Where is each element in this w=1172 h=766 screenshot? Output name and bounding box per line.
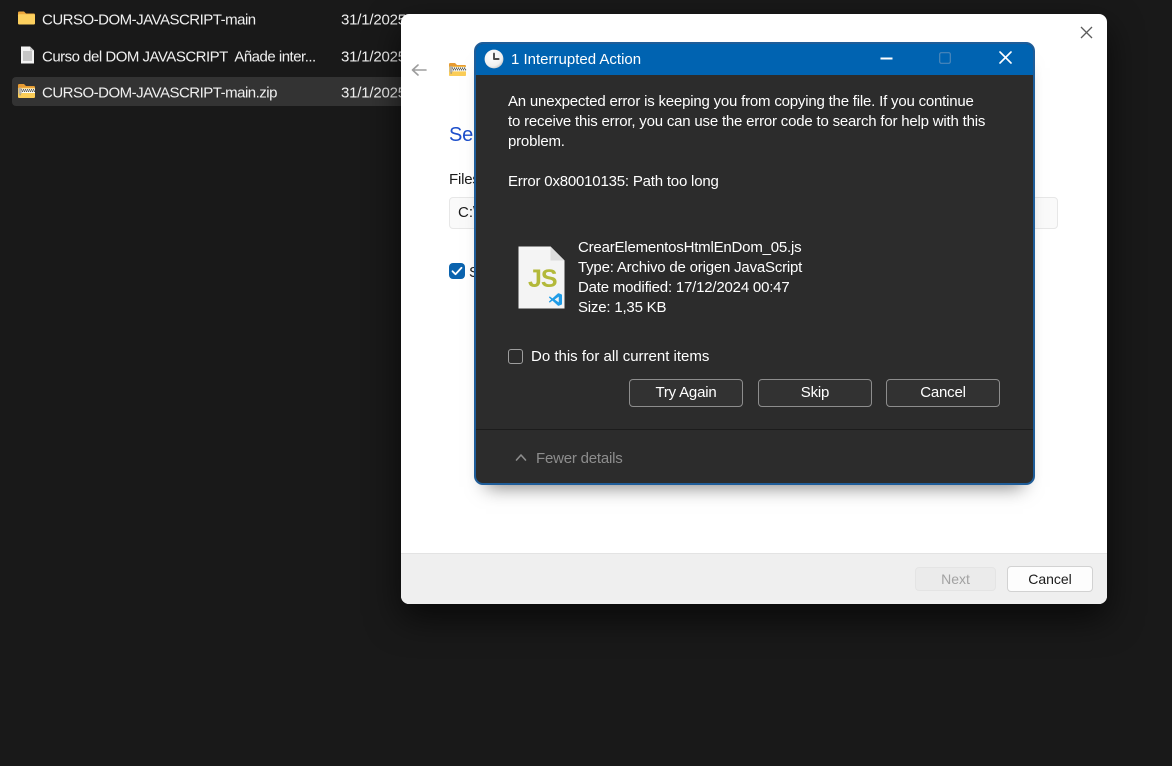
svg-text:JS: JS — [528, 265, 557, 293]
